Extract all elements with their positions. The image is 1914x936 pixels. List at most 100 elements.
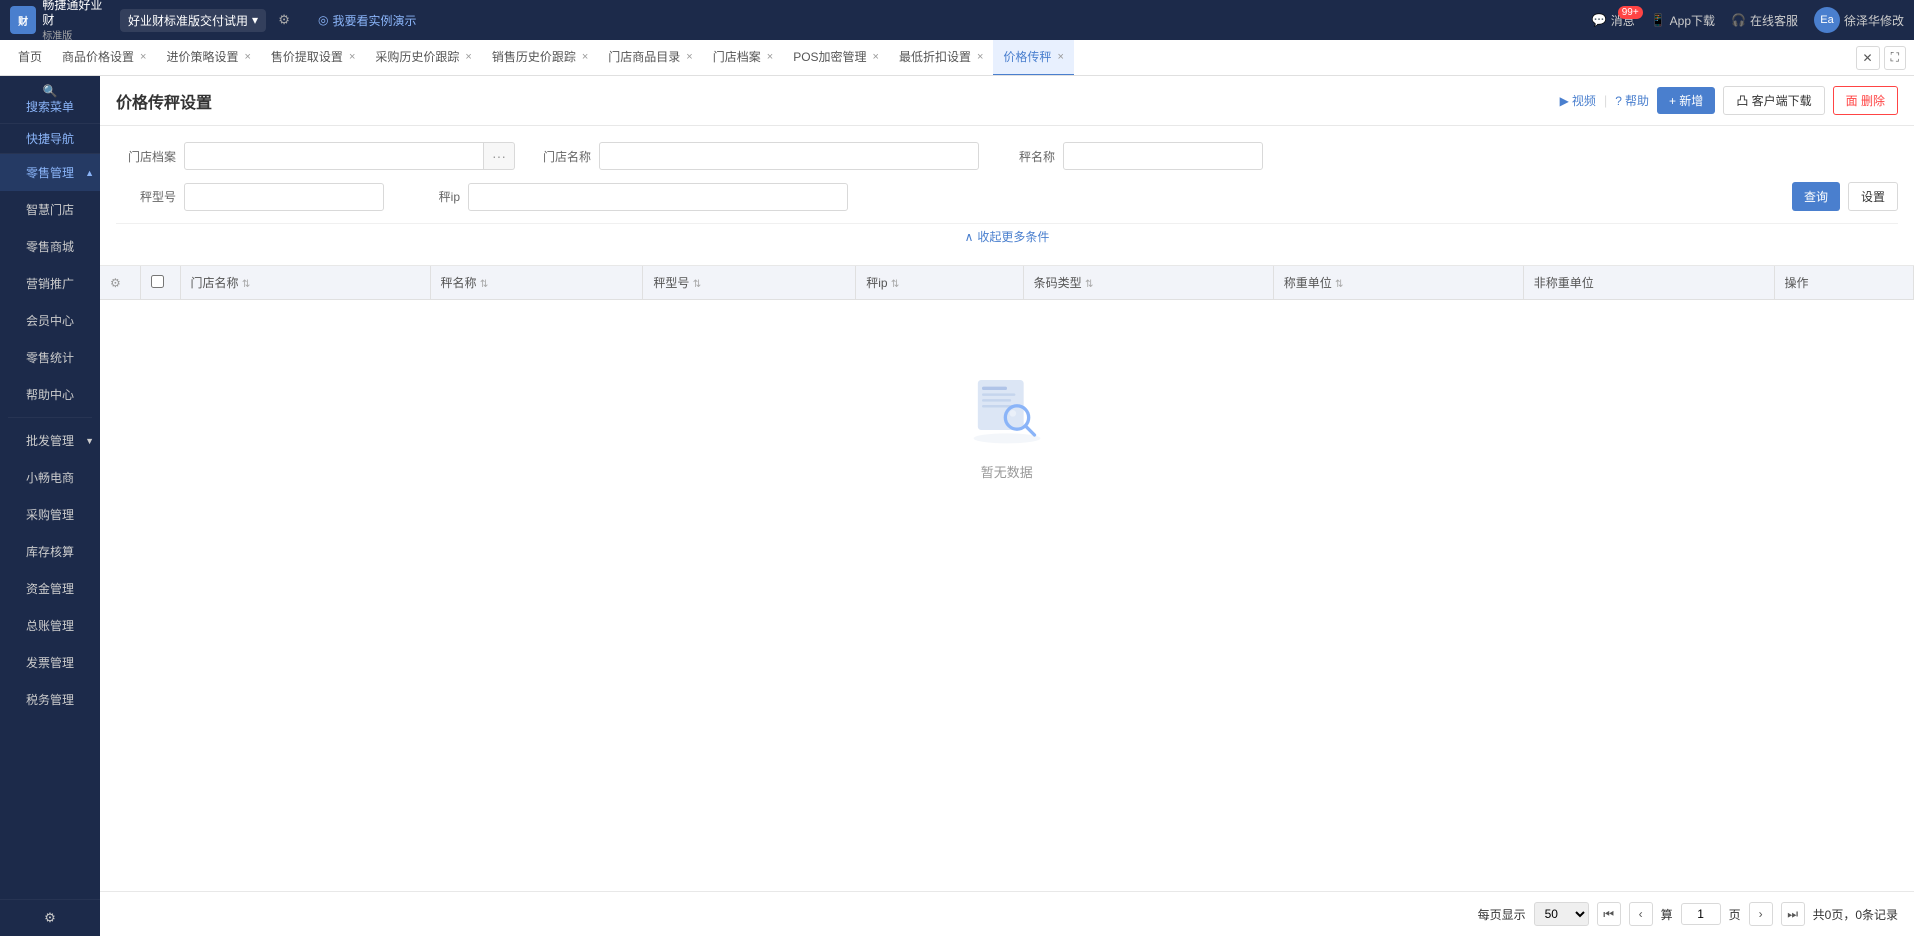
tab-close-min-discount[interactable]: × <box>977 51 983 63</box>
settings-icon-button[interactable]: ⚙ <box>270 6 298 34</box>
tab-home[interactable]: 首页 <box>8 40 52 76</box>
select-all-checkbox[interactable] <box>151 275 164 288</box>
store-archive-select-btn[interactable]: ··· <box>484 142 515 170</box>
sidebar-item-marketing[interactable]: 营销推广 <box>0 265 100 302</box>
page-header: 价格传秤设置 ▶ 视频 | ? 帮助 + 新增 凸 客户端下载 面 <box>100 76 1914 126</box>
scale-ip-input[interactable] <box>468 183 848 211</box>
first-page-button[interactable]: ⏮ <box>1597 902 1621 926</box>
store-archive-label: 门店档案 <box>116 148 176 165</box>
query-button[interactable]: 查询 <box>1792 182 1840 211</box>
add-button[interactable]: + 新增 <box>1657 87 1715 114</box>
total-info: 共0页，0条记录 <box>1813 906 1898 923</box>
scale-name-label: 秤名称 <box>995 148 1055 165</box>
user-profile[interactable]: Ea 徐泽华修改 <box>1814 7 1904 33</box>
sidebar-item-smart-store[interactable]: 智慧门店 <box>0 191 100 228</box>
column-settings-icon[interactable]: ⚙ <box>110 276 121 290</box>
tab-maximize-button[interactable]: ⛶ <box>1884 46 1906 70</box>
tab-store-catalog[interactable]: 门店商品目录 × <box>598 40 702 76</box>
delete-button[interactable]: 面 删除 <box>1833 86 1898 115</box>
sidebar: 🔍 搜索菜单 快捷导航 零售管理 智慧门店 零售商城 营销推广 会员中心 零售统… <box>0 76 100 936</box>
sort-scale-name-icon[interactable]: ⇅ <box>480 279 488 290</box>
sidebar-item-ecommerce[interactable]: 小畅电商 <box>0 459 100 496</box>
scale-model-input[interactable] <box>184 183 384 211</box>
sidebar-item-retail-mall[interactable]: 零售商城 <box>0 228 100 265</box>
sidebar-quick-nav[interactable]: 快捷导航 <box>0 124 100 154</box>
sidebar-item-retail-management[interactable]: 零售管理 <box>0 154 100 191</box>
sort-scale-ip-icon[interactable]: ⇅ <box>891 279 899 290</box>
tab-store-archive[interactable]: 门店档案 × <box>703 40 783 76</box>
empty-illustration <box>957 360 1057 450</box>
sidebar-item-help-center[interactable]: 帮助中心 <box>0 376 100 413</box>
table-header: ⚙ 门店名称 ⇅ 秤名称 ⇅ <box>100 266 1914 300</box>
sidebar-item-inventory[interactable]: 库存核算 <box>0 533 100 570</box>
message-action[interactable]: 💬 消息 99+ <box>1592 12 1635 29</box>
prev-page-button[interactable]: ‹ <box>1629 902 1653 926</box>
tab-pos-management[interactable]: POS加密管理 × <box>783 40 889 76</box>
page-suffix: 页 <box>1729 906 1741 923</box>
data-table: ⚙ 门店名称 ⇅ 秤名称 ⇅ <box>100 266 1914 541</box>
form-row-2: 秤型号 秤ip 查询 设置 <box>116 182 1898 211</box>
video-link[interactable]: ▶ 视频 <box>1560 92 1596 109</box>
app-download-action[interactable]: 📱 App下载 <box>1651 12 1715 29</box>
tab-close-product-price[interactable]: × <box>140 51 146 63</box>
tab-close-purchase-strategy[interactable]: × <box>244 51 250 63</box>
tab-close-store-catalog[interactable]: × <box>686 51 692 63</box>
tab-purchase-strategy[interactable]: 进价策略设置 × <box>156 40 260 76</box>
version-selector[interactable]: 好业财标准版交付试用 ▾ <box>120 9 266 32</box>
sidebar-item-member-center[interactable]: 会员中心 <box>0 302 100 339</box>
sidebar-item-wholesale-management[interactable]: 批发管理 <box>0 422 100 459</box>
scale-name-input[interactable] <box>1063 142 1263 170</box>
scale-name-field: 秤名称 <box>995 142 1263 170</box>
sidebar-item-invoice[interactable]: 发票管理 <box>0 644 100 681</box>
tab-close-price-scale[interactable]: × <box>1057 51 1063 63</box>
sort-barcode-type-icon[interactable]: ⇅ <box>1085 279 1093 290</box>
last-page-button[interactable]: ⏭ <box>1781 902 1805 926</box>
collapse-bar[interactable]: ∧ 收起更多条件 <box>116 223 1898 249</box>
store-name-input[interactable] <box>599 142 979 170</box>
page-number-input[interactable] <box>1681 903 1721 925</box>
sidebar-item-general-ledger[interactable]: 总账管理 <box>0 607 100 644</box>
sort-scale-model-icon[interactable]: ⇅ <box>693 279 701 290</box>
tab-close-pos-management[interactable]: × <box>873 51 879 63</box>
sidebar-item-retail-stats[interactable]: 零售统计 <box>0 339 100 376</box>
next-page-button[interactable]: › <box>1749 902 1773 926</box>
tab-sale-extract[interactable]: 售价提取设置 × <box>261 40 365 76</box>
store-archive-input[interactable] <box>184 142 484 170</box>
download-client-button[interactable]: 凸 客户端下载 <box>1723 86 1824 115</box>
sidebar-item-finance[interactable]: 资金管理 <box>0 570 100 607</box>
page-actions: ▶ 视频 | ? 帮助 + 新增 凸 客户端下载 面 删除 <box>1560 86 1898 115</box>
tab-sales-history[interactable]: 销售历史价跟踪 × <box>482 40 598 76</box>
scale-model-label: 秤型号 <box>116 188 176 205</box>
user-avatar: Ea <box>1814 7 1840 33</box>
settings-button[interactable]: 设置 <box>1848 182 1898 211</box>
tab-bar: 首页 商品价格设置 × 进价策略设置 × 售价提取设置 × 采购历史价跟踪 × … <box>0 40 1914 76</box>
page-title: 价格传秤设置 <box>116 89 1560 113</box>
tab-close-purchase-history[interactable]: × <box>465 51 471 63</box>
tab-price-scale[interactable]: 价格传秤 × <box>993 40 1073 76</box>
demo-link[interactable]: ◎ 我要看实例演示 <box>318 12 417 29</box>
tab-product-price[interactable]: 商品价格设置 × <box>52 40 156 76</box>
app-logo: 财 畅捷通好业财 标准版 <box>10 0 110 42</box>
sort-weight-unit-icon[interactable]: ⇅ <box>1335 279 1343 290</box>
tab-close-button[interactable]: ✕ <box>1856 46 1880 70</box>
page-size-select[interactable]: 50 10 20 100 <box>1534 902 1589 926</box>
tab-close-sales-history[interactable]: × <box>582 51 588 63</box>
help-link[interactable]: ? 帮助 <box>1615 92 1649 109</box>
th-non-weight-unit: 非称重单位 <box>1523 266 1774 300</box>
tab-purchase-history[interactable]: 采购历史价跟踪 × <box>365 40 481 76</box>
sidebar-item-tax[interactable]: 税务管理 <box>0 681 100 718</box>
sort-store-name-icon[interactable]: ⇅ <box>242 279 250 290</box>
table-container: ⚙ 门店名称 ⇅ 秤名称 ⇅ <box>100 266 1914 891</box>
empty-text: 暂无数据 <box>981 462 1033 481</box>
sidebar-search[interactable]: 🔍 搜索菜单 <box>0 76 100 124</box>
empty-state: 暂无数据 <box>100 300 1914 541</box>
sidebar-gear-icon[interactable]: ⚙ <box>0 899 100 936</box>
store-name-label: 门店名称 <box>531 148 591 165</box>
tab-min-discount[interactable]: 最低折扣设置 × <box>889 40 993 76</box>
store-archive-field: 门店档案 ··· <box>116 142 515 170</box>
sidebar-item-purchase-management[interactable]: 采购管理 <box>0 496 100 533</box>
tab-close-sale-extract[interactable]: × <box>349 51 355 63</box>
tab-close-store-archive[interactable]: × <box>767 51 773 63</box>
online-service-action[interactable]: 🎧 在线客服 <box>1731 12 1798 29</box>
logo-icon: 财 <box>10 6 36 34</box>
